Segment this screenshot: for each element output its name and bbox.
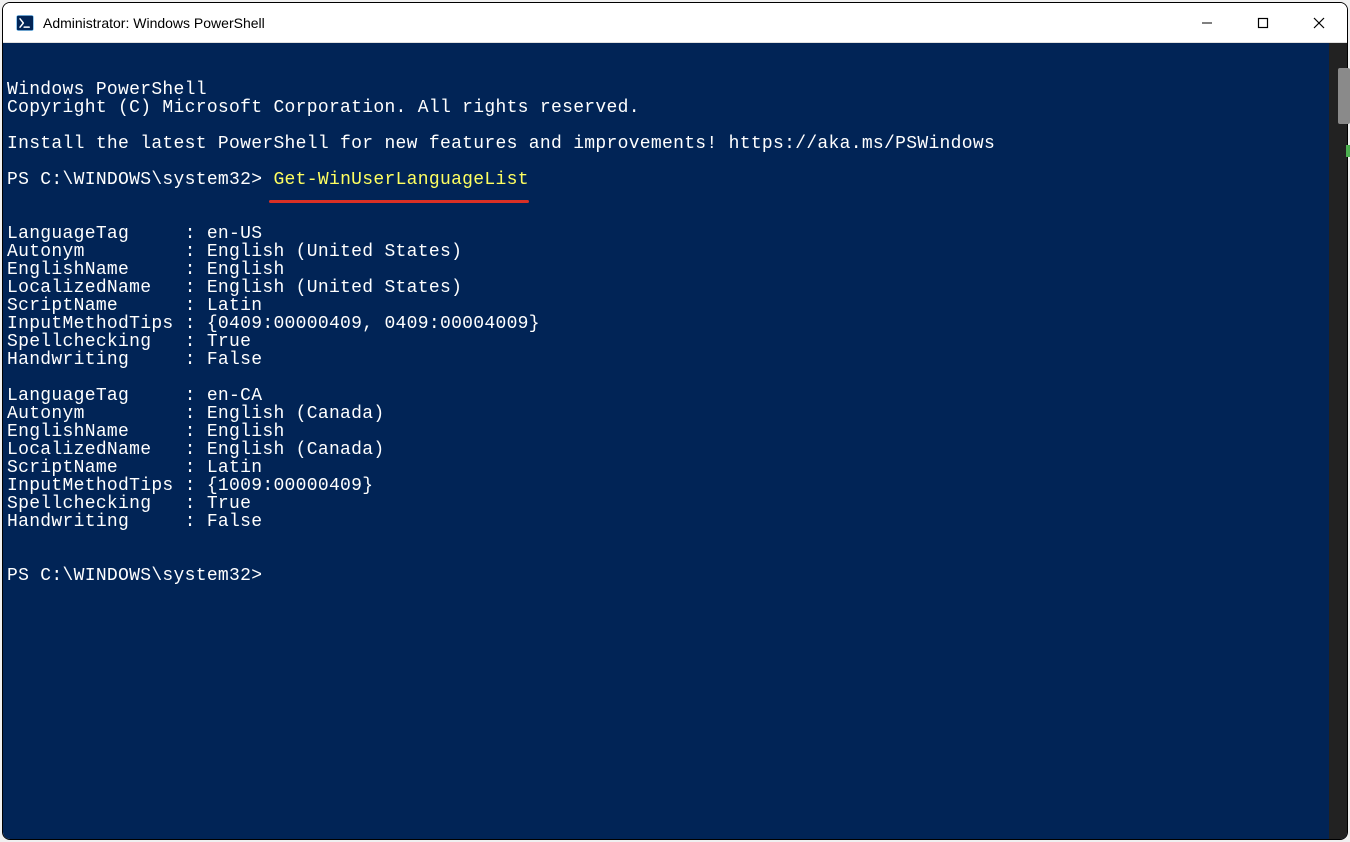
window-controls xyxy=(1179,3,1347,42)
window-title: Administrator: Windows PowerShell xyxy=(43,15,1179,31)
red-underline-annotation xyxy=(269,200,529,203)
powershell-icon xyxy=(15,13,35,33)
maximize-button[interactable] xyxy=(1235,3,1291,42)
scrollbar[interactable] xyxy=(1329,43,1347,839)
terminal-output[interactable]: Windows PowerShell Copyright (C) Microso… xyxy=(3,43,1347,839)
green-indicator xyxy=(1346,145,1350,157)
header-line-1: Windows PowerShell xyxy=(7,80,207,100)
prompt-2: PS C:\WINDOWS\system32> xyxy=(7,566,262,586)
command-entered: Get-WinUserLanguageList xyxy=(273,170,528,190)
header-line-2: Copyright (C) Microsoft Corporation. All… xyxy=(7,98,640,118)
minimize-button[interactable] xyxy=(1179,3,1235,42)
prompt-1-prefix: PS C:\WINDOWS\system32> xyxy=(7,170,273,190)
powershell-window: Administrator: Windows PowerShell Window… xyxy=(2,2,1348,840)
title-bar[interactable]: Administrator: Windows PowerShell xyxy=(3,3,1347,43)
install-message: Install the latest PowerShell for new fe… xyxy=(7,134,995,154)
close-button[interactable] xyxy=(1291,3,1347,42)
outer-scrollbar-thumb[interactable] xyxy=(1338,68,1350,124)
command-results: LanguageTag : en-US Autonym : English (U… xyxy=(7,224,540,532)
